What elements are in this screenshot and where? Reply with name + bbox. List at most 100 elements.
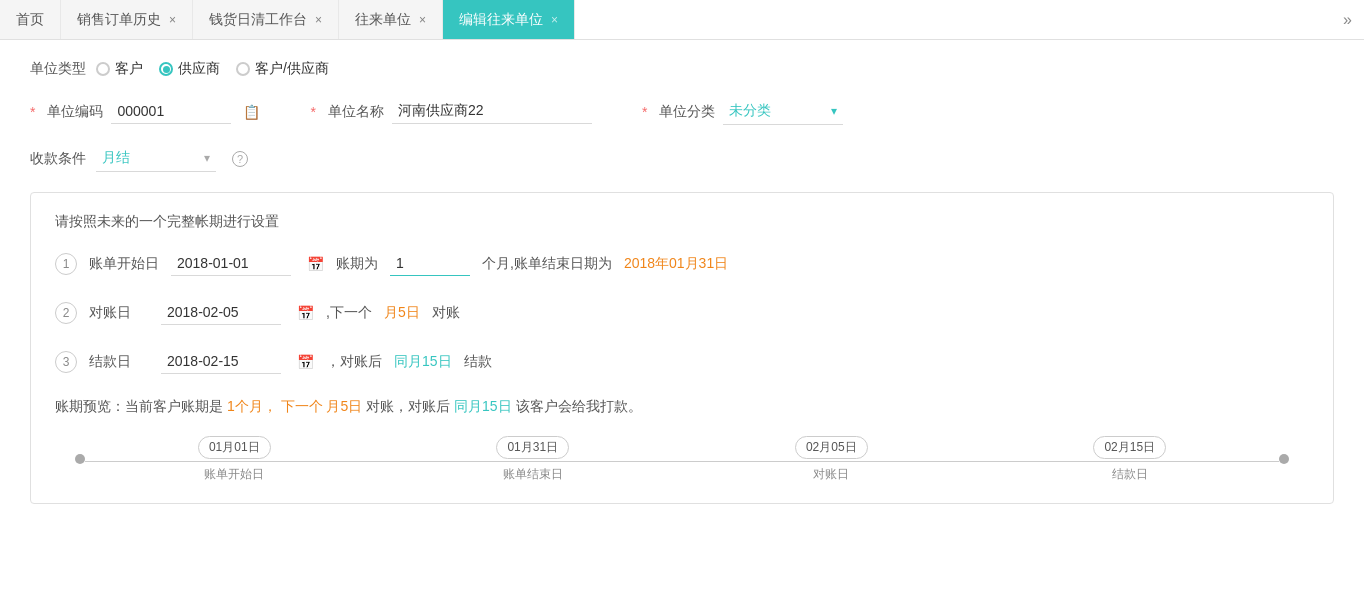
payment-condition-select[interactable]: 月结 ▾ bbox=[96, 145, 216, 172]
step-3-calendar-icon[interactable]: 📅 bbox=[297, 354, 314, 370]
timeline-node-3-sublabel: 对账日 bbox=[813, 466, 849, 483]
timeline-node-1-label: 01月01日 bbox=[198, 436, 271, 459]
step-2-desc-prefix: ,下一个 bbox=[326, 304, 372, 322]
step-1-num: 1 bbox=[55, 253, 77, 275]
tab-partner-close[interactable]: × bbox=[419, 13, 426, 27]
tab-partner[interactable]: 往来单位 × bbox=[339, 0, 443, 39]
timeline-node-2-sublabel: 账单结束日 bbox=[503, 466, 563, 483]
radio-supplier-dot bbox=[163, 66, 170, 73]
preview-prefix: 账期预览：当前客户账期是 bbox=[55, 398, 223, 414]
step-3-desc-prefix: ，对账后 bbox=[326, 353, 382, 371]
timeline-seg-line-2 bbox=[384, 461, 683, 462]
step-3-label: 结款日 bbox=[89, 353, 149, 371]
unit-category-label: 单位分类 bbox=[659, 103, 715, 121]
content-area: 单位类型 客户 供应商 客户/供应商 * 单位编码 📋 bbox=[0, 40, 1364, 608]
unit-category-required-star: * bbox=[642, 104, 647, 120]
preview-period: 1个月， bbox=[227, 398, 277, 414]
timeline-end-cap bbox=[1279, 436, 1289, 464]
payment-condition-chevron-icon: ▾ bbox=[204, 151, 210, 165]
preview-text: 账期预览：当前客户账期是 1个月， 下一个 月5日 对账，对账后 同月15日 该… bbox=[55, 398, 1309, 416]
unit-name-input[interactable] bbox=[392, 99, 592, 124]
tab-sales-history[interactable]: 销售订单历史 × bbox=[61, 0, 193, 39]
payment-condition-help-icon[interactable]: ? bbox=[232, 151, 248, 167]
step-1-calendar-icon[interactable]: 📅 bbox=[307, 256, 324, 272]
tab-edit-partner-label: 编辑往来单位 bbox=[459, 11, 543, 29]
radio-both-label: 客户/供应商 bbox=[255, 60, 329, 78]
step-3-num: 3 bbox=[55, 351, 77, 373]
timeline-node-4: 02月15日 结款日 bbox=[981, 436, 1280, 483]
step-2-desc-suffix: 对账 bbox=[432, 304, 460, 322]
step-1-row: 1 账单开始日 📅 账期为 个月,账单结束日期为 2018年01月31日 bbox=[55, 251, 1309, 276]
tab-partner-label: 往来单位 bbox=[355, 11, 411, 29]
preview-pay-day: 同月15日 bbox=[454, 398, 512, 414]
step-1-period-input[interactable] bbox=[390, 251, 470, 276]
unit-category-value: 未分类 bbox=[729, 102, 823, 120]
section-title: 请按照未来的一个完整帐期进行设置 bbox=[55, 213, 1309, 231]
timeline: 01月01日 账单开始日 01月31日 账单结束日 02月05日 对账日 02月… bbox=[55, 436, 1309, 483]
radio-customer-circle bbox=[96, 62, 110, 76]
unit-code-calendar-icon[interactable]: 📋 bbox=[243, 104, 260, 120]
tab-edit-partner[interactable]: 编辑往来单位 × bbox=[443, 0, 575, 39]
tab-cash-work-label: 钱货日清工作台 bbox=[209, 11, 307, 29]
step-2-date-input[interactable] bbox=[161, 300, 281, 325]
payment-condition-value: 月结 bbox=[102, 149, 196, 167]
tabs-expand-button[interactable]: » bbox=[1331, 11, 1364, 29]
tab-cash-work[interactable]: 钱货日清工作台 × bbox=[193, 0, 339, 39]
unit-type-row: 单位类型 客户 供应商 客户/供应商 bbox=[30, 60, 1334, 78]
tab-cash-work-close[interactable]: × bbox=[315, 13, 322, 27]
step-2-num: 2 bbox=[55, 302, 77, 324]
timeline-node-3-label: 02月05日 bbox=[795, 436, 868, 459]
radio-customer-label: 客户 bbox=[115, 60, 143, 78]
step-1-date-input[interactable] bbox=[171, 251, 291, 276]
tab-home-label: 首页 bbox=[16, 11, 44, 29]
timeline-node-1-sublabel: 账单开始日 bbox=[204, 466, 264, 483]
timeline-node-2-label: 01月31日 bbox=[496, 436, 569, 459]
radio-both-circle bbox=[236, 62, 250, 76]
unit-type-radio-group: 客户 供应商 客户/供应商 bbox=[96, 60, 329, 78]
unit-type-label: 单位类型 bbox=[30, 60, 86, 78]
unit-info-row: * 单位编码 📋 * 单位名称 * 单位分类 未分类 ▾ bbox=[30, 98, 1334, 125]
timeline-node-4-label: 02月15日 bbox=[1093, 436, 1166, 459]
unit-code-required-star: * bbox=[30, 104, 35, 120]
step-3-desc-highlight: 同月15日 bbox=[394, 353, 452, 371]
timeline-node-2: 01月31日 账单结束日 bbox=[384, 436, 683, 483]
step-2-calendar-icon[interactable]: 📅 bbox=[297, 305, 314, 321]
payment-condition-label: 收款条件 bbox=[30, 150, 86, 168]
tabs-bar: 首页 销售订单历史 × 钱货日清工作台 × 往来单位 × 编辑往来单位 × » bbox=[0, 0, 1364, 40]
unit-code-input[interactable] bbox=[111, 99, 231, 124]
timeline-node-1: 01月01日 账单开始日 bbox=[85, 436, 384, 483]
timeline-node-4-sublabel: 结款日 bbox=[1112, 466, 1148, 483]
step-2-row: 2 对账日 📅 ,下一个 月5日 对账 bbox=[55, 300, 1309, 325]
radio-supplier-label: 供应商 bbox=[178, 60, 220, 78]
step-3-date-input[interactable] bbox=[161, 349, 281, 374]
timeline-end-dot bbox=[1279, 454, 1289, 464]
timeline-seg-line-4 bbox=[981, 461, 1280, 462]
unit-category-chevron-icon: ▾ bbox=[831, 104, 837, 118]
payment-condition-row: 收款条件 月结 ▾ ? bbox=[30, 145, 1334, 172]
unit-category-select[interactable]: 未分类 ▾ bbox=[723, 98, 843, 125]
tab-edit-partner-close[interactable]: × bbox=[551, 13, 558, 27]
unit-code-group: * 单位编码 📋 bbox=[30, 99, 260, 124]
preview-period-day: 月5日 bbox=[326, 398, 362, 414]
tab-sales-history-close[interactable]: × bbox=[169, 13, 176, 27]
timeline-node-3: 02月05日 对账日 bbox=[682, 436, 981, 483]
step-2-label: 对账日 bbox=[89, 304, 149, 322]
unit-name-required-star: * bbox=[310, 104, 315, 120]
step-1-period-end-date: 2018年01月31日 bbox=[624, 255, 728, 273]
preview-suffix: 该客户会给我打款。 bbox=[516, 398, 642, 414]
step-2-desc-highlight: 月5日 bbox=[384, 304, 420, 322]
step-1-label: 账单开始日 bbox=[89, 255, 159, 273]
step-1-period-label: 账期为 bbox=[336, 255, 378, 273]
radio-both[interactable]: 客户/供应商 bbox=[236, 60, 329, 78]
step-1-period-suffix: 个月,账单结束日期为 bbox=[482, 255, 612, 273]
radio-customer[interactable]: 客户 bbox=[96, 60, 143, 78]
period-section: 请按照未来的一个完整帐期进行设置 1 账单开始日 📅 账期为 个月,账单结束日期… bbox=[30, 192, 1334, 504]
timeline-seg-line-3 bbox=[682, 461, 981, 462]
unit-name-group: * 单位名称 bbox=[310, 99, 591, 124]
tab-home[interactable]: 首页 bbox=[0, 0, 61, 39]
preview-mid: 对账，对账后 bbox=[366, 398, 450, 414]
radio-supplier[interactable]: 供应商 bbox=[159, 60, 220, 78]
radio-supplier-circle bbox=[159, 62, 173, 76]
timeline-start-cap bbox=[75, 436, 85, 464]
step-3-desc-suffix: 结款 bbox=[464, 353, 492, 371]
